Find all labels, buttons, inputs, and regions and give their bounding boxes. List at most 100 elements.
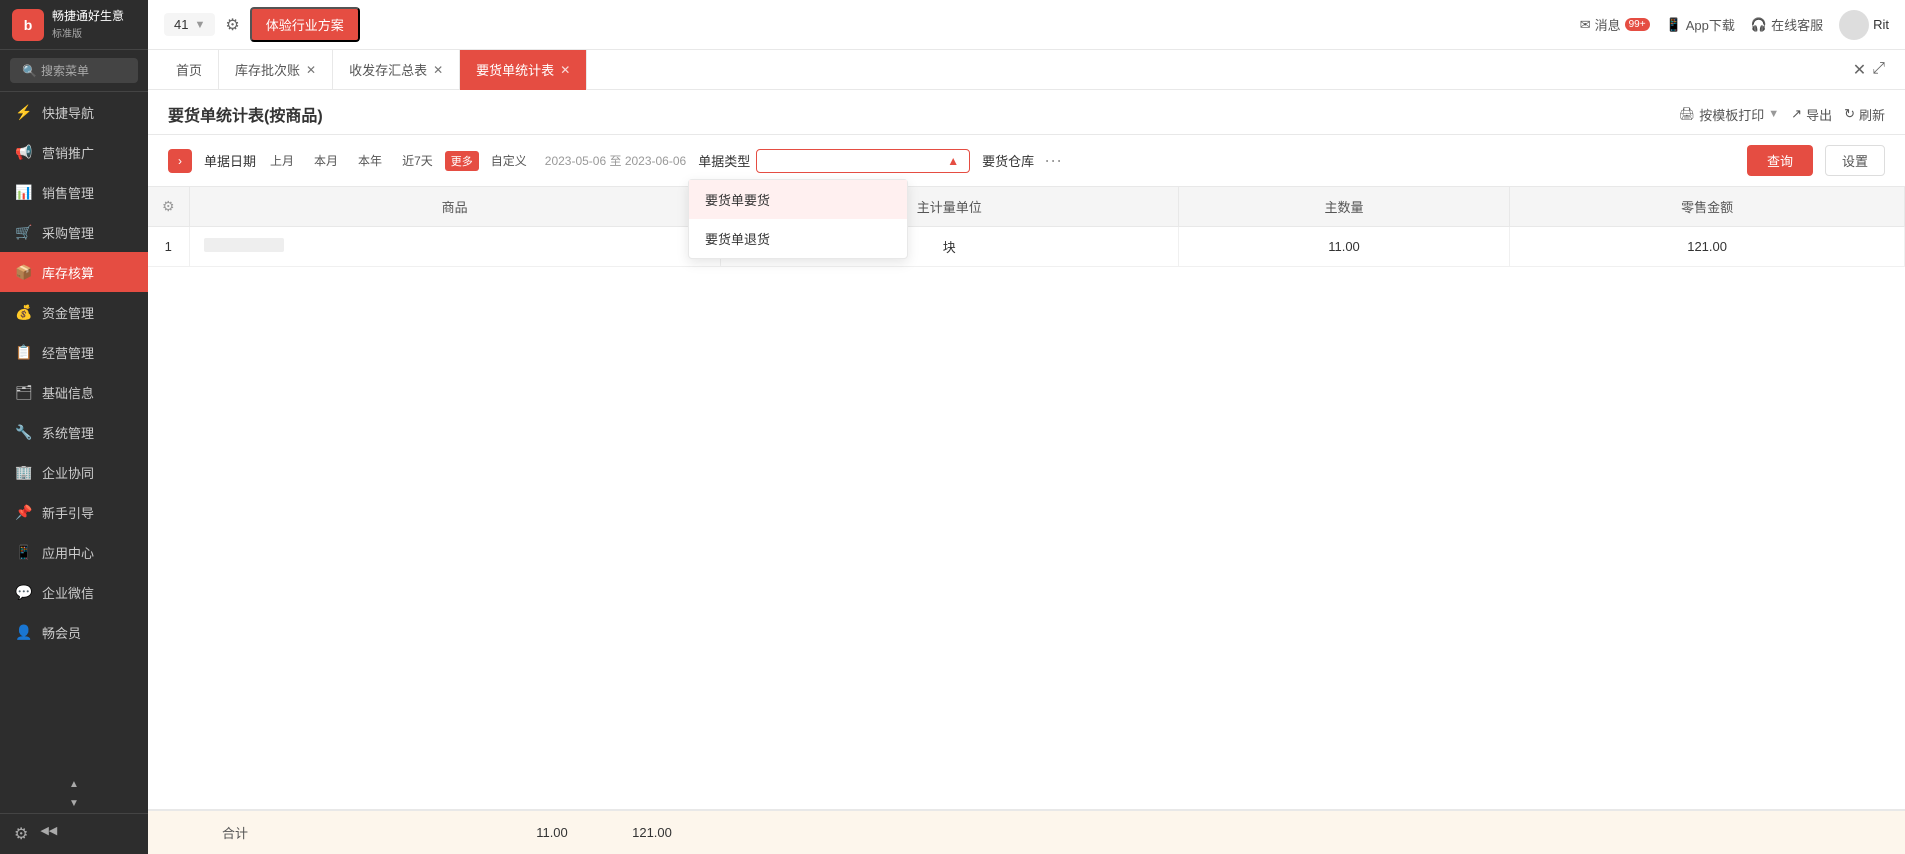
store-selector[interactable]: 41 ▼ <box>164 13 215 36</box>
collapse-icon[interactable]: ◀◀ <box>40 824 57 844</box>
tab-home[interactable]: 首页 <box>160 50 219 90</box>
type-select-arrow-icon: ▲ <box>947 154 959 168</box>
table-settings-icon[interactable]: ⚙ <box>162 198 175 214</box>
appstore-icon: 📱 <box>14 542 34 562</box>
finance-icon: 💰 <box>14 302 34 322</box>
date-btn-last-month[interactable]: 上月 <box>262 150 302 171</box>
tab-inventory-batch[interactable]: 库存批次账 ✕ <box>219 50 333 90</box>
date-btn-recent7[interactable]: 近7天 <box>394 150 441 171</box>
sidebar-nav: ⚡ 快捷导航 📢 营销推广 📊 销售管理 🛒 采购管理 📦 库存核算 💰 资金管… <box>0 92 148 775</box>
dropdown-item-requisition-return[interactable]: 要货单退货 <box>689 219 907 258</box>
printer-icon: 🖨 <box>1679 106 1696 122</box>
warehouse-filter-group: 要货仓库 ··· <box>982 150 1062 171</box>
table-row: 1 块 11.00 121.00 <box>148 227 1905 267</box>
online-service-item[interactable]: 🎧 在线客服 <box>1751 15 1823 34</box>
sidebar-item-member[interactable]: 👤 畅会员 <box>0 612 148 652</box>
sidebar-item-inventory[interactable]: 📦 库存核算 <box>0 252 148 292</box>
sidebar-scroll-down[interactable]: ▼ <box>0 794 148 813</box>
type-filter-label: 单据类型 <box>698 151 750 170</box>
filter-expand-button[interactable]: › <box>168 149 192 173</box>
sidebar-item-wechat[interactable]: 💬 企业微信 <box>0 572 148 612</box>
settings-bottom-icon[interactable]: ⚙ <box>14 824 28 844</box>
topbar-gear-icon[interactable]: ⚙ <box>225 15 239 35</box>
search-icon: 🔍 <box>22 64 37 78</box>
query-button[interactable]: 查询 <box>1747 145 1813 176</box>
tab-inventory-batch-close[interactable]: ✕ <box>306 63 316 77</box>
dropdown-item-requisition-order[interactable]: 要货单要货 <box>689 180 907 219</box>
print-dropdown-icon[interactable]: ▼ <box>1768 108 1779 120</box>
sidebar-item-marketing[interactable]: 📢 营销推广 <box>0 132 148 172</box>
app-download-label: App下载 <box>1686 15 1735 34</box>
app-download-item[interactable]: 📱 App下载 <box>1666 15 1735 34</box>
sidebar-item-guide[interactable]: 📌 新手引导 <box>0 492 148 532</box>
tab-requisition-stats[interactable]: 要货单统计表 ✕ <box>460 50 587 90</box>
headset-icon: 🎧 <box>1751 17 1767 33</box>
sidebar-search-button[interactable]: 🔍 搜索菜单 <box>10 58 138 83</box>
sidebar-item-guide-label: 新手引导 <box>42 503 94 522</box>
sales-icon: 📊 <box>14 182 34 202</box>
operations-icon: 📋 <box>14 342 34 362</box>
sidebar-item-enterprise[interactable]: 🏢 企业协同 <box>0 452 148 492</box>
date-btn-this-year[interactable]: 本年 <box>350 150 390 171</box>
warehouse-filter-more-icon[interactable]: ··· <box>1044 150 1062 171</box>
sidebar-search-area[interactable]: 🔍 搜索菜单 <box>0 50 148 92</box>
date-btn-custom[interactable]: 自定义 <box>483 150 535 171</box>
filter-bar: › 单据日期 上月 本月 本年 近7天 更多 自定义 2023-05-06 至 … <box>148 135 1905 187</box>
type-filter-select[interactable]: ▲ <box>756 149 970 173</box>
sidebar-item-system[interactable]: 🔧 系统管理 <box>0 412 148 452</box>
sidebar-item-basic[interactable]: 🗂 基础信息 <box>0 372 148 412</box>
tabs-close-icon[interactable]: ✕ <box>1853 60 1866 80</box>
page-content: 要货单统计表(按商品) 🖨 按模板打印 ▼ ↗ 导出 ↻ 刷新 › <box>148 90 1905 854</box>
tabs-expand-icon[interactable]: ⤢ <box>1872 60 1885 80</box>
row-retail-amount-cell: 121.00 <box>1510 227 1905 267</box>
date-filter-label: 单据日期 <box>204 151 256 170</box>
refresh-icon: ↻ <box>1844 106 1855 122</box>
print-button[interactable]: 🖨 按模板打印 ▼ <box>1679 105 1779 124</box>
sidebar-item-sales[interactable]: 📊 销售管理 <box>0 172 148 212</box>
data-table: ⚙ 商品 主计量单位 主数量 零售金额 <box>148 187 1905 267</box>
product-placeholder <box>204 238 284 252</box>
date-btn-this-month[interactable]: 本月 <box>306 150 346 171</box>
sidebar-item-sales-label: 销售管理 <box>42 183 94 202</box>
sidebar-item-operations[interactable]: 📋 经营管理 <box>0 332 148 372</box>
sidebar-item-purchase[interactable]: 🛒 采购管理 <box>0 212 148 252</box>
user-item[interactable]: Rit <box>1839 10 1889 40</box>
wechat-icon: 💬 <box>14 582 34 602</box>
inventory-icon: 📦 <box>14 262 34 282</box>
marketing-icon: 📢 <box>14 142 34 162</box>
tab-requisition-stats-close[interactable]: ✕ <box>560 63 570 77</box>
message-item[interactable]: ✉ 消息 99+ <box>1580 15 1650 34</box>
date-shortcuts: 上月 本月 本年 近7天 更多 自定义 <box>262 150 535 171</box>
date-btn-more[interactable]: 更多 <box>445 151 479 171</box>
sidebar-item-system-label: 系统管理 <box>42 423 94 442</box>
col-retail-amount-header: 零售金额 <box>1510 187 1905 227</box>
trial-button[interactable]: 体验行业方案 <box>250 7 360 42</box>
dropdown-item-requisition-return-label: 要货单退货 <box>705 229 770 248</box>
col-product-header: 商品 <box>189 187 720 227</box>
sidebar-scroll-up[interactable]: ▲ <box>0 775 148 794</box>
sidebar-item-finance[interactable]: 💰 资金管理 <box>0 292 148 332</box>
tab-home-label: 首页 <box>176 60 202 79</box>
tab-shipment-summary-close[interactable]: ✕ <box>433 63 443 77</box>
tabs-bar: 首页 库存批次账 ✕ 收发存汇总表 ✕ 要货单统计表 ✕ ✕ ⤢ <box>148 50 1905 90</box>
sidebar-item-basic-label: 基础信息 <box>42 383 94 402</box>
sidebar-item-shortcuts[interactable]: ⚡ 快捷导航 <box>0 92 148 132</box>
tab-shipment-summary[interactable]: 收发存汇总表 ✕ <box>333 50 460 90</box>
sidebar-item-purchase-label: 采购管理 <box>42 223 94 242</box>
export-button[interactable]: ↗ 导出 <box>1791 105 1832 124</box>
sidebar-item-wechat-label: 企业微信 <box>42 583 94 602</box>
footer-quantity: 11.00 <box>502 825 602 840</box>
sidebar-item-operations-label: 经营管理 <box>42 343 94 362</box>
settings-button[interactable]: 设置 <box>1825 145 1885 176</box>
footer-retail-amount: 121.00 <box>602 825 702 840</box>
col-settings-header[interactable]: ⚙ <box>148 187 189 227</box>
guide-icon: 📌 <box>14 502 34 522</box>
export-icon: ↗ <box>1791 106 1802 122</box>
sidebar-logo: b 畅捷通好生意 标准版 <box>0 0 148 50</box>
sidebar-item-appstore-label: 应用中心 <box>42 543 94 562</box>
sidebar-item-appstore[interactable]: 📱 应用中心 <box>0 532 148 572</box>
warehouse-filter-label: 要货仓库 <box>982 151 1034 170</box>
refresh-button[interactable]: ↻ 刷新 <box>1844 105 1885 124</box>
sidebar-search-label: 搜索菜单 <box>41 62 89 79</box>
member-icon: 👤 <box>14 622 34 642</box>
